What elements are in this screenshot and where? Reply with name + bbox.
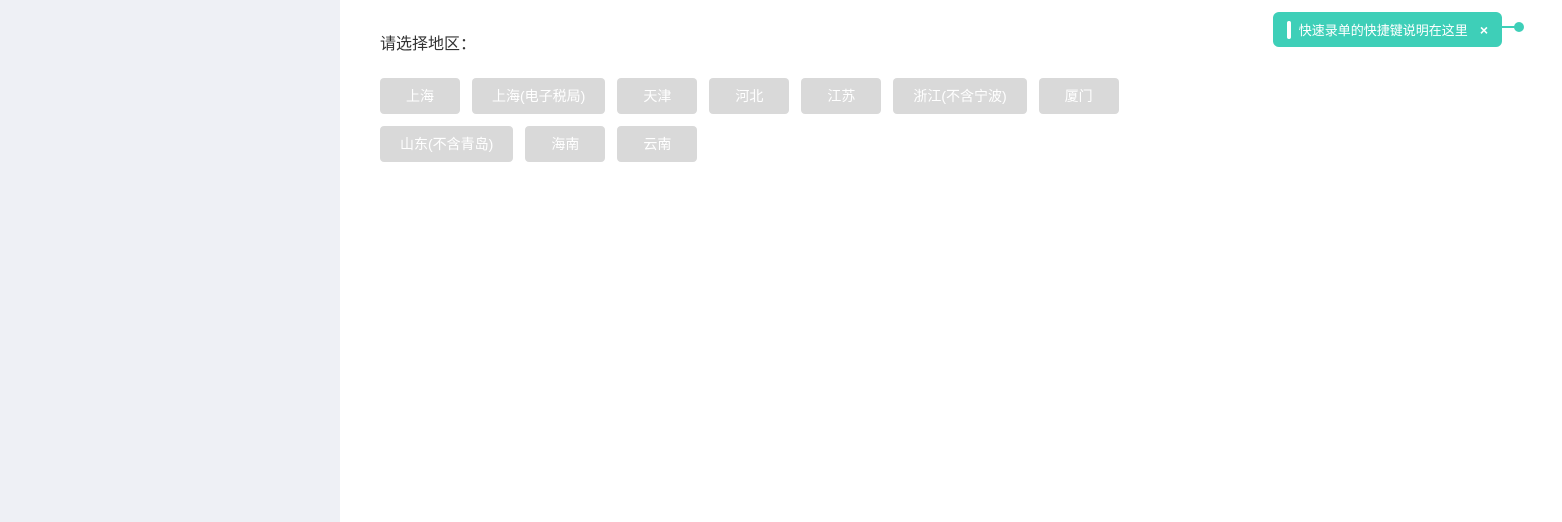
sidebar (0, 0, 340, 522)
region-btn-shanghai[interactable]: 上海 (380, 78, 460, 114)
tooltip-bar-icon (1287, 21, 1291, 39)
region-btn-hebei[interactable]: 河北 (709, 78, 789, 114)
tooltip-banner: 快速录单的快捷键说明在这里 × (1273, 12, 1502, 47)
region-row-2: 山东(不含青岛) 海南云南 (380, 126, 1522, 162)
main-content: 请选择地区： 上海上海(电子税局)天津河北江苏浙江(不含宁波)厦门 山东(不含青… (340, 0, 1562, 522)
region-btn-xiamen[interactable]: 厦门 (1039, 78, 1119, 114)
tooltip-text: 快速录单的快捷键说明在这里 (1299, 20, 1468, 39)
region-btn-shanghai-etax[interactable]: 上海(电子税局) (472, 78, 605, 114)
region-row-1: 上海上海(电子税局) 天津河北江苏浙江(不含宁波) 厦门 (380, 78, 1522, 114)
region-btn-yunnan[interactable]: 云南 (617, 126, 697, 162)
region-btn-shandong[interactable]: 山东(不含青岛) (380, 126, 513, 162)
region-btn-jiangsu[interactable]: 江苏 (801, 78, 881, 114)
tooltip-connector-dot (1514, 22, 1524, 32)
region-btn-hainan[interactable]: 海南 (525, 126, 605, 162)
region-btn-zhejiang[interactable]: 浙江(不含宁波) (893, 78, 1026, 114)
region-btn-tianjin[interactable]: 天津 (617, 78, 697, 114)
tooltip-close-button[interactable]: × (1480, 23, 1488, 37)
